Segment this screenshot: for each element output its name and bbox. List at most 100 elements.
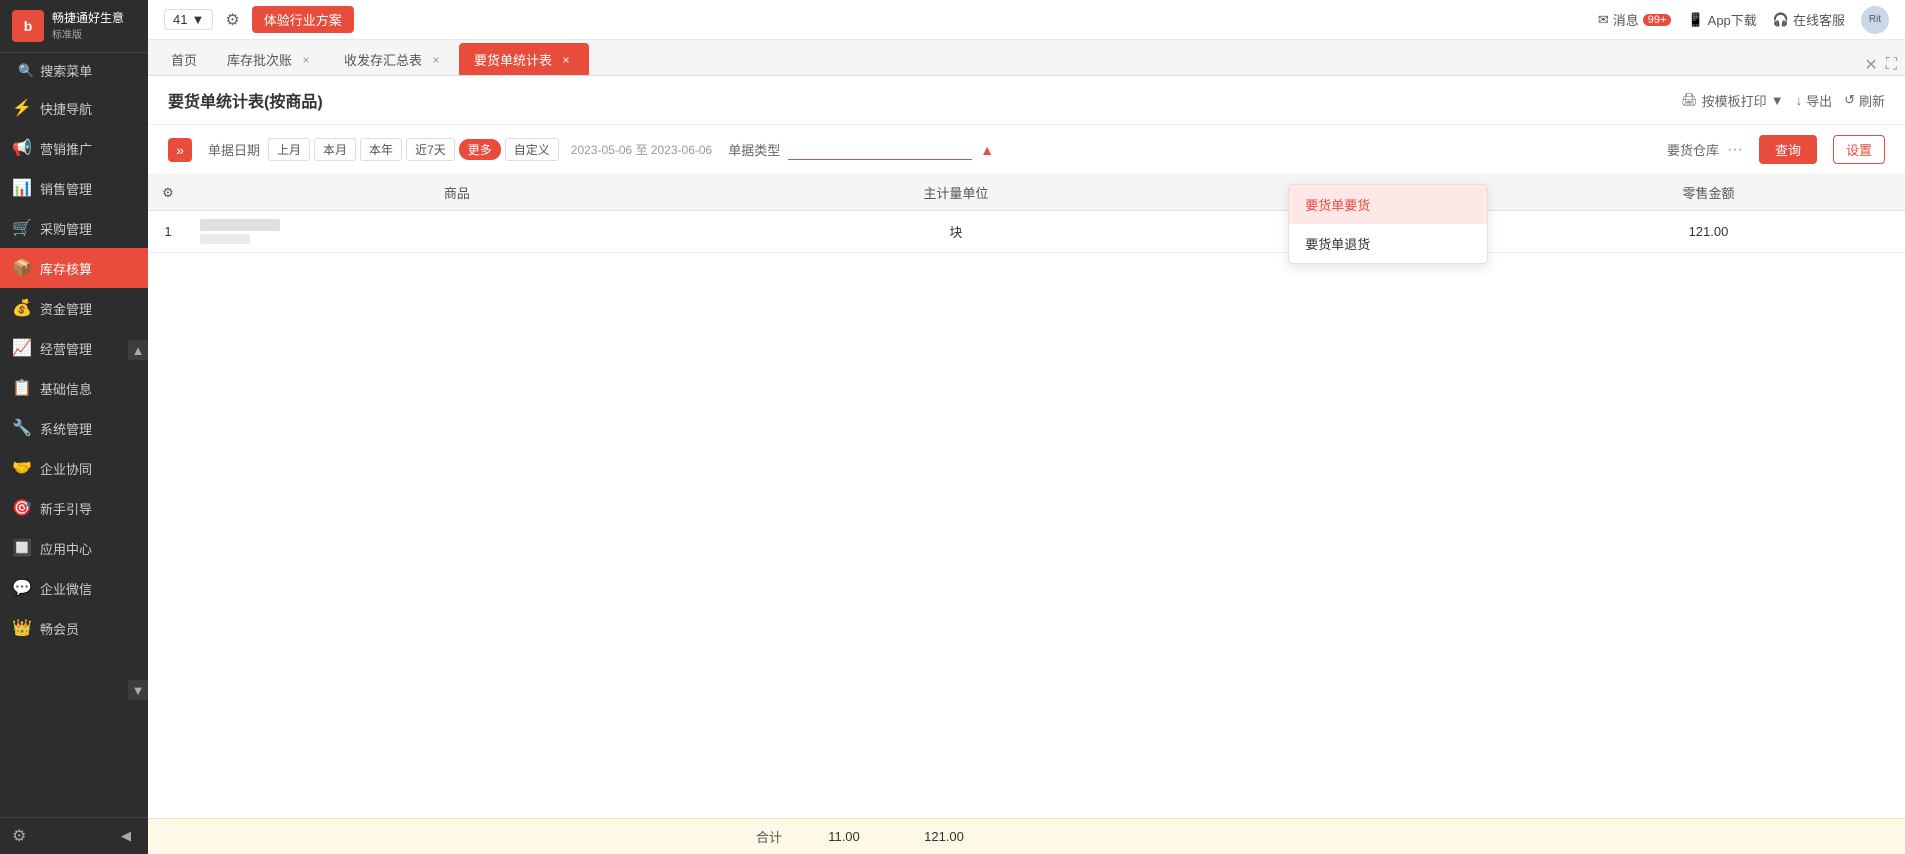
sidebar-item-basic-info[interactable]: 📋 基础信息 [0, 368, 148, 408]
header-settings-icon[interactable]: ⚙ [225, 10, 239, 30]
dropdown-option-return[interactable]: 要货单退货 [1289, 224, 1487, 263]
sidebar-item-app-center[interactable]: 🔲 应用中心 [0, 528, 148, 568]
tab-close-requisition-stat[interactable]: × [558, 52, 574, 68]
total-amount: 121.00 [894, 829, 994, 844]
sidebar-item-marketing[interactable]: 📢 营销推广 [0, 128, 148, 168]
store-selector[interactable]: 41 ▼ [164, 9, 213, 30]
tab-bar-close-btn[interactable]: ✕ [1864, 55, 1877, 75]
sidebar-item-guide[interactable]: 🎯 新手引导 [0, 488, 148, 528]
date-btn-7days[interactable]: 近7天 [406, 138, 455, 161]
product-name-placeholder [200, 219, 280, 231]
print-template-button[interactable]: 🖨 按模板打印 ▼ [1681, 91, 1783, 110]
user-avatar[interactable]: Rit [1861, 6, 1889, 34]
tab-close-inventory-batch[interactable]: × [298, 52, 314, 68]
message-action[interactable]: ✉ 消息 99+ [1598, 10, 1672, 29]
refresh-icon: ↺ [1844, 92, 1855, 108]
sidebar-item-quick-nav[interactable]: ⚡ 快捷导航 [0, 88, 148, 128]
sidebar-item-wechat[interactable]: 💬 企业微信 [0, 568, 148, 608]
data-table: ⚙ 商品 主计量单位 主数量 零售金额 [148, 175, 1905, 253]
sidebar-item-sales[interactable]: 📊 销售管理 [0, 168, 148, 208]
sidebar-item-enterprise[interactable]: 🤝 企业协同 [0, 448, 148, 488]
company-name: 畅捷通好生意 [52, 11, 124, 27]
tab-bar-expand-btn[interactable]: ⛶ [1886, 56, 1897, 74]
enterprise-icon: 🤝 [12, 458, 32, 478]
date-range-display: 2023-05-06 至 2023-06-06 [571, 141, 712, 158]
filter-expand-button[interactable]: » [168, 138, 192, 162]
filter-settings-button[interactable]: 设置 [1833, 135, 1885, 164]
settings-bottom-icon[interactable]: ⚙ [12, 826, 26, 846]
inventory-icon: 📦 [12, 258, 32, 278]
total-quantity: 11.00 [794, 829, 894, 844]
system-icon: 🔧 [12, 418, 32, 438]
page-actions: 🖨 按模板打印 ▼ ↓ 导出 ↺ 刷新 [1681, 91, 1885, 110]
online-service-action[interactable]: 🎧 在线客服 [1773, 10, 1845, 29]
sidebar-item-system[interactable]: 🔧 系统管理 [0, 408, 148, 448]
date-btn-this-month[interactable]: 本月 [314, 138, 356, 161]
query-button[interactable]: 查询 [1759, 135, 1817, 164]
search-menu[interactable]: 🔍 搜索菜单 [0, 53, 148, 88]
sidebar-scroll-down[interactable]: ▼ [128, 680, 148, 700]
purchase-icon: 🛒 [12, 218, 32, 238]
sidebar-item-inventory[interactable]: 📦 库存核算 [0, 248, 148, 288]
date-btn-last-month[interactable]: 上月 [268, 138, 310, 161]
type-dropdown-arrow[interactable]: ▲ [980, 142, 994, 158]
col-settings[interactable]: ⚙ [148, 175, 188, 211]
member-icon: 👑 [12, 618, 32, 638]
type-dropdown-menu: 要货单要货 要货单退货 [1288, 184, 1488, 264]
sidebar-scroll-up[interactable]: ▲ [128, 340, 148, 360]
header-right: ✉ 消息 99+ 📱 App下载 🎧 在线客服 Rit [1598, 6, 1889, 34]
type-filter-group: 单据类型 ▲ 要货单要货 要货单退货 [728, 140, 1651, 160]
guide-icon: 🎯 [12, 498, 32, 518]
date-btn-custom[interactable]: 自定义 [505, 138, 559, 161]
sidebar-bottom: ⚙ ◀ [0, 817, 148, 854]
store-dropdown-icon: ▼ [191, 12, 204, 27]
tab-close-receivable-summary[interactable]: × [428, 52, 444, 68]
type-filter-input[interactable] [788, 140, 972, 160]
sidebar-item-finance[interactable]: 💰 资金管理 [0, 288, 148, 328]
col-product: 商品 [188, 175, 726, 211]
cell-product [188, 211, 726, 253]
app-center-icon: 🔲 [12, 538, 32, 558]
table-row: 1 块 11.00 [148, 211, 1905, 253]
basic-info-icon: 📋 [12, 378, 32, 398]
filter-bar: » 单据日期 上月 本月 本年 近7天 更多 自定义 2023-05-06 至 … [148, 125, 1905, 175]
trial-button[interactable]: 体验行业方案 [252, 6, 354, 33]
refresh-button[interactable]: ↺ 刷新 [1844, 91, 1885, 110]
sidebar: b 畅捷通好生意 标准版 🔍 搜索菜单 ⚡ 快捷导航 📢 营销推广 📊 销售管理… [0, 0, 148, 854]
dropdown-option-requisition[interactable]: 要货单要货 [1289, 185, 1487, 224]
date-buttons: 上月 本月 本年 近7天 更多 自定义 [268, 138, 559, 161]
sidebar-item-purchase[interactable]: 🛒 采购管理 [0, 208, 148, 248]
date-filter-label: 单据日期 [208, 140, 260, 159]
tab-requisition-stat[interactable]: 要货单统计表 × [459, 43, 589, 75]
message-badge: 99+ [1643, 14, 1672, 26]
col-unit: 主计量单位 [726, 175, 1186, 211]
product-code-placeholder [200, 234, 250, 244]
date-btn-this-year[interactable]: 本年 [360, 138, 402, 161]
sidebar-collapse-button[interactable]: ◀ [116, 826, 136, 846]
tab-receivable-summary[interactable]: 收发存汇总表 × [329, 43, 459, 75]
sales-icon: 📊 [12, 178, 32, 198]
table-footer: 合计 11.00 121.00 [148, 818, 1905, 854]
warehouse-filter-group: 要货仓库 ··· [1667, 140, 1743, 159]
page-header: 要货单统计表(按商品) 🖨 按模板打印 ▼ ↓ 导出 ↺ 刷新 [148, 76, 1905, 125]
page-content: 要货单统计表(按商品) 🖨 按模板打印 ▼ ↓ 导出 ↺ 刷新 [148, 76, 1905, 854]
date-btn-more[interactable]: 更多 [459, 139, 501, 160]
warehouse-filter-label: 要货仓库 [1667, 140, 1719, 159]
finance-icon: 💰 [12, 298, 32, 318]
tab-inventory-batch[interactable]: 库存批次账 × [212, 43, 329, 75]
store-number: 41 [173, 12, 187, 27]
search-icon: 🔍 [18, 63, 34, 79]
service-icon: 🎧 [1773, 12, 1789, 28]
tab-home[interactable]: 首页 [156, 43, 212, 75]
app-download-action[interactable]: 📱 App下载 [1687, 10, 1756, 29]
download-icon: 📱 [1687, 12, 1703, 28]
wechat-icon: 💬 [12, 578, 32, 598]
warehouse-more-icon[interactable]: ··· [1727, 141, 1743, 159]
export-icon: ↓ [1796, 93, 1803, 108]
table-header-row: ⚙ 商品 主计量单位 主数量 零售金额 [148, 175, 1905, 211]
sidebar-item-operations[interactable]: 📈 经营管理 [0, 328, 148, 368]
page-title: 要货单统计表(按商品) [168, 88, 323, 112]
sidebar-item-member[interactable]: 👑 畅会员 [0, 608, 148, 648]
export-button[interactable]: ↓ 导出 [1796, 91, 1833, 110]
header-left: 41 ▼ ⚙ 体验行业方案 [164, 6, 354, 33]
